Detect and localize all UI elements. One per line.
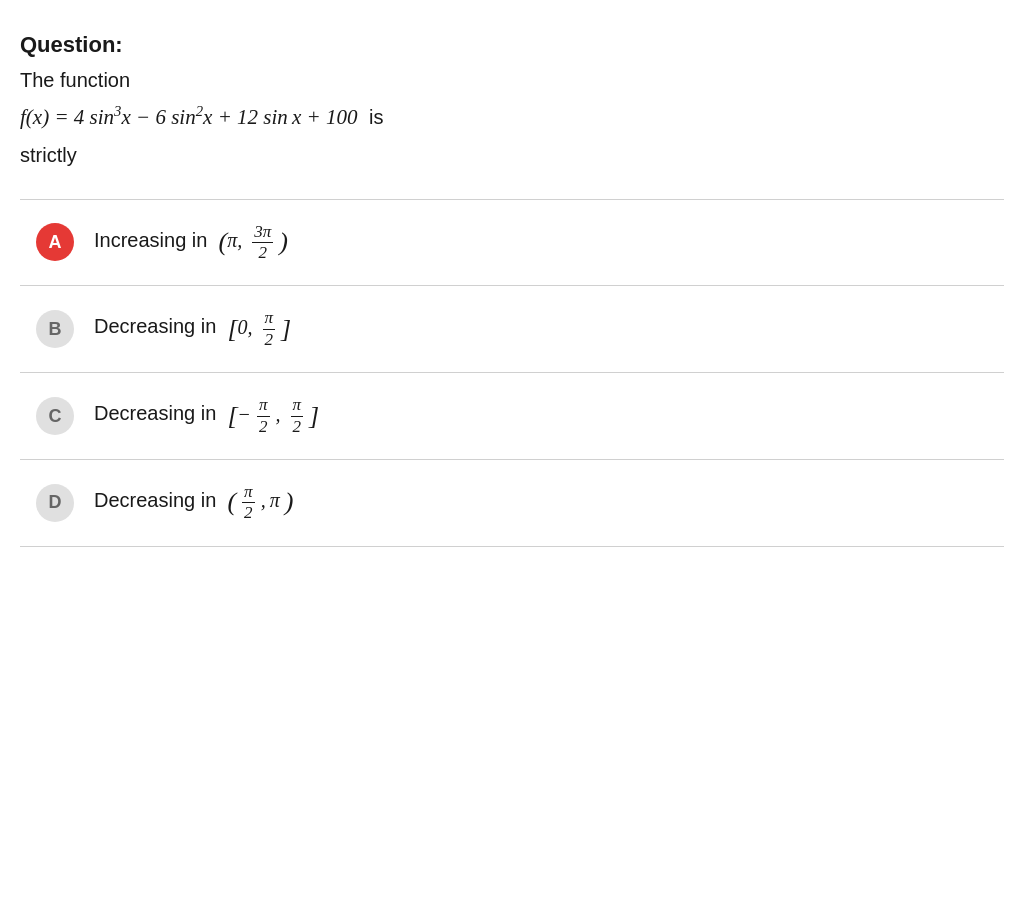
question-body: The function f(x) = 4 sin3x − 6 sin2x + … (20, 64, 1004, 171)
question-intro: The function (20, 64, 1004, 96)
option-b-interval: [0, π2 ] (227, 316, 291, 338)
function-line: f(x) = 4 sin3x − 6 sin2x + 12 sin x + 10… (20, 100, 1004, 135)
option-c-interval: [− π2 , π2 ] (227, 403, 319, 425)
option-a[interactable]: A Increasing in (π, 3π2 ) (20, 200, 1004, 287)
option-a-badge: A (36, 223, 74, 261)
function-expression: f(x) = 4 sin3x − 6 sin2x + 12 sin x + 10… (20, 100, 358, 135)
option-b-text: Decreasing in [0, π2 ] (94, 308, 291, 350)
option-d[interactable]: D Decreasing in ( π2 , π ) (20, 460, 1004, 547)
option-b[interactable]: B Decreasing in [0, π2 ] (20, 286, 1004, 373)
option-d-interval: ( π2 , π ) (227, 489, 293, 511)
question-label: Question: (20, 32, 1004, 58)
option-d-text: Decreasing in ( π2 , π ) (94, 482, 293, 524)
question-container: Question: The function f(x) = 4 sin3x − … (20, 32, 1004, 547)
options-list: A Increasing in (π, 3π2 ) B Decreasing i… (20, 199, 1004, 547)
option-d-badge: D (36, 484, 74, 522)
question-strictly: strictly (20, 139, 1004, 171)
option-c[interactable]: C Decreasing in [− π2 , π2 ] (20, 373, 1004, 460)
option-a-interval: (π, 3π2 ) (219, 229, 288, 251)
option-c-badge: C (36, 397, 74, 435)
question-suffix: is (364, 101, 384, 133)
option-c-text: Decreasing in [− π2 , π2 ] (94, 395, 319, 437)
option-a-text: Increasing in (π, 3π2 ) (94, 222, 288, 264)
option-b-badge: B (36, 310, 74, 348)
